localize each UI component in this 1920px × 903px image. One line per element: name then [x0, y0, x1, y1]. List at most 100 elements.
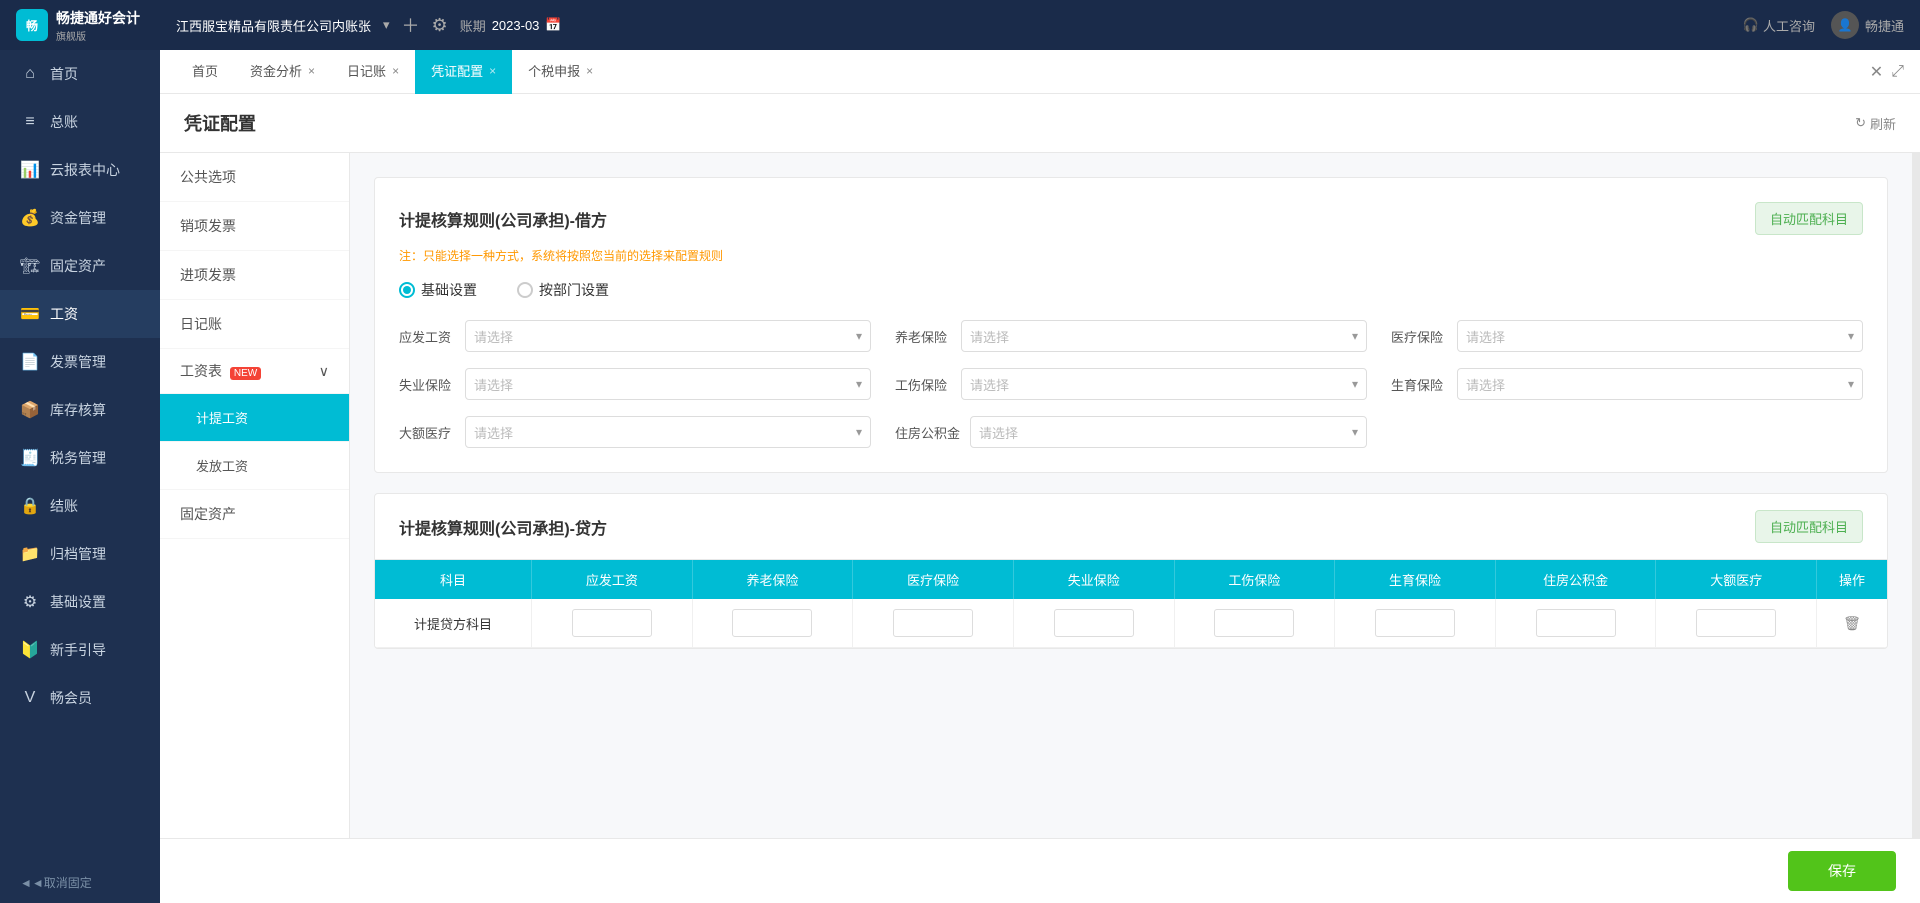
reports-icon: 📊 [20, 160, 40, 180]
debit-form-grid: 应发工资 请选择 ▾ 养老保险 请选择 ▾ [399, 320, 1863, 448]
refresh-button[interactable]: ↻ 刷新 [1855, 114, 1896, 133]
sidebar-item-reports[interactable]: 📊 云报表中心 [0, 146, 160, 194]
content-area: 首页 资金分析 × 日记账 × 凭证配置 × 个税申报 × ✕ ⤢ [160, 50, 1920, 903]
th-shiye: 失业保险 [1013, 560, 1174, 599]
form-item-yingfa: 应发工资 请选择 ▾ [399, 320, 871, 352]
period-display: 账期 2023-03 📅 [460, 16, 562, 35]
tab-tax[interactable]: 个税申报 × [512, 50, 609, 94]
left-menu-salary-table[interactable]: 工资表 NEW ∨ [160, 349, 349, 394]
select-yingfa[interactable]: 请选择 ▾ [465, 320, 871, 352]
sidebar-item-guide[interactable]: 🔰 新手引导 [0, 626, 160, 674]
input-yingfa[interactable] [572, 609, 652, 637]
sidebar-item-archive[interactable]: 📁 归档管理 [0, 530, 160, 578]
debit-auto-match-button[interactable]: 自动匹配科目 [1755, 202, 1863, 235]
sidebar-label-ledger: 总账 [50, 112, 78, 132]
tabs-bar: 首页 资金分析 × 日记账 × 凭证配置 × 个税申报 × ✕ ⤢ [160, 50, 1920, 94]
archive-icon: 📁 [20, 544, 40, 564]
sidebar-label-member: 畅会员 [50, 688, 92, 708]
sidebar-item-inventory[interactable]: 📦 库存核算 [0, 386, 160, 434]
add-button[interactable]: ＋ [402, 12, 420, 38]
main-layout: ⌂ 首页 ≡ 总账 📊 云报表中心 💰 资金管理 🏗 固定资产 💳 工资 📄 发… [0, 50, 1920, 903]
sidebar: ⌂ 首页 ≡ 总账 📊 云报表中心 💰 资金管理 🏗 固定资产 💳 工资 📄 发… [0, 50, 160, 903]
left-menu-public[interactable]: 公共选项 [160, 153, 349, 202]
save-button[interactable]: 保存 [1788, 851, 1896, 891]
tab-fund[interactable]: 资金分析 × [234, 50, 331, 94]
input-shiye[interactable] [1054, 609, 1134, 637]
input-yanglao[interactable] [732, 609, 812, 637]
expand-tab-button[interactable]: ⤢ [1891, 63, 1904, 81]
sidebar-item-salary[interactable]: 💳 工资 [0, 290, 160, 338]
select-shengyu[interactable]: 请选择 ▾ [1457, 368, 1863, 400]
sidebar-label-home: 首页 [50, 64, 78, 84]
sidebar-item-invoice[interactable]: 📄 发票管理 [0, 338, 160, 386]
tab-journal[interactable]: 日记账 × [331, 50, 415, 94]
delete-row-button[interactable]: 🗑 [1843, 615, 1861, 631]
left-menu-salary-pay[interactable]: 发放工资 [160, 442, 349, 490]
chevron-down-icon: ▾ [856, 329, 862, 343]
sidebar-item-member[interactable]: V 畅会员 [0, 674, 160, 722]
select-shiye[interactable]: 请选择 ▾ [465, 368, 871, 400]
th-yiliao: 医疗保险 [853, 560, 1014, 599]
radio-dept[interactable]: 按部门设置 [517, 280, 609, 300]
td-row-label: 计提贷方科目 [375, 599, 532, 648]
scrollbar[interactable] [1912, 153, 1920, 838]
input-gongshang[interactable] [1214, 609, 1294, 637]
sidebar-label-salary: 工资 [50, 304, 78, 324]
sidebar-item-closing[interactable]: 🔒 结账 [0, 482, 160, 530]
left-menu-journal[interactable]: 日记账 [160, 300, 349, 349]
settings-header-button[interactable]: ⚙ [432, 15, 448, 36]
select-gongshang[interactable]: 请选择 ▾ [961, 368, 1367, 400]
sidebar-label-guide: 新手引导 [50, 640, 106, 660]
sidebar-label-settings: 基础设置 [50, 592, 106, 612]
form-item-gongjijin: 住房公积金 请选择 ▾ [895, 416, 1367, 448]
input-dale[interactable] [1696, 609, 1776, 637]
company-dropdown[interactable]: ▾ [383, 17, 390, 33]
guide-icon: 🔰 [20, 640, 40, 660]
form-item-shengyu: 生育保险 请选择 ▾ [1391, 368, 1863, 400]
select-dale[interactable]: 请选择 ▾ [465, 416, 871, 448]
close-tab-voucher[interactable]: × [489, 64, 496, 78]
left-menu-sales[interactable]: 销项发票 [160, 202, 349, 251]
td-yanglao [692, 599, 853, 648]
sidebar-item-assets[interactable]: 🏗 固定资产 [0, 242, 160, 290]
close-tab-fund[interactable]: × [308, 64, 315, 78]
close-tab-button[interactable]: ✕ [1870, 62, 1883, 82]
left-menu-salary-calc[interactable]: 计提工资 [160, 394, 349, 442]
app-name: 畅捷通好会计 [56, 8, 140, 28]
radio-basic[interactable]: 基础设置 [399, 280, 477, 300]
tab-voucher[interactable]: 凭证配置 × [415, 50, 512, 94]
input-yiliao[interactable] [893, 609, 973, 637]
td-shengyu [1335, 599, 1496, 648]
credit-auto-match-button[interactable]: 自动匹配科目 [1755, 510, 1863, 543]
sidebar-label-reports: 云报表中心 [50, 160, 120, 180]
form-item-shiye: 失业保险 请选择 ▾ [399, 368, 871, 400]
input-gongjijin[interactable] [1536, 609, 1616, 637]
chevron-down-icon: ▾ [1848, 329, 1854, 343]
sidebar-item-home[interactable]: ⌂ 首页 [0, 50, 160, 98]
sidebar-item-ledger[interactable]: ≡ 总账 [0, 98, 160, 146]
sidebar-pin-toggle[interactable]: ◄◄取消固定 [0, 862, 160, 903]
label-yingfa: 应发工资 [399, 327, 455, 346]
sidebar-item-fund[interactable]: 💰 资金管理 [0, 194, 160, 242]
service-button[interactable]: 🎧 人工咨询 [1743, 16, 1815, 35]
td-dale [1656, 599, 1817, 648]
sidebar-label-archive: 归档管理 [50, 544, 106, 564]
form-item-yanglao: 养老保险 请选择 ▾ [895, 320, 1367, 352]
left-menu-purchase[interactable]: 进项发票 [160, 251, 349, 300]
input-shengyu[interactable] [1375, 609, 1455, 637]
left-menu-fixed-asset[interactable]: 固定资产 [160, 490, 349, 539]
avatar: 👤 [1831, 11, 1859, 39]
close-tab-journal[interactable]: × [392, 64, 399, 78]
chevron-down-icon: ▾ [1848, 377, 1854, 391]
close-tab-tax[interactable]: × [586, 64, 593, 78]
select-gongjijin[interactable]: 请选择 ▾ [970, 416, 1367, 448]
sidebar-item-tax[interactable]: 🧾 税务管理 [0, 434, 160, 482]
sidebar-item-settings[interactable]: ⚙ 基础设置 [0, 578, 160, 626]
tab-home[interactable]: 首页 [176, 50, 234, 94]
select-yiliao[interactable]: 请选择 ▾ [1457, 320, 1863, 352]
select-yanglao[interactable]: 请选择 ▾ [961, 320, 1367, 352]
user-area[interactable]: 👤 畅捷通 [1831, 11, 1904, 39]
user-name: 畅捷通 [1865, 16, 1904, 35]
chevron-down-icon: ▾ [856, 425, 862, 439]
td-gongshang [1174, 599, 1335, 648]
